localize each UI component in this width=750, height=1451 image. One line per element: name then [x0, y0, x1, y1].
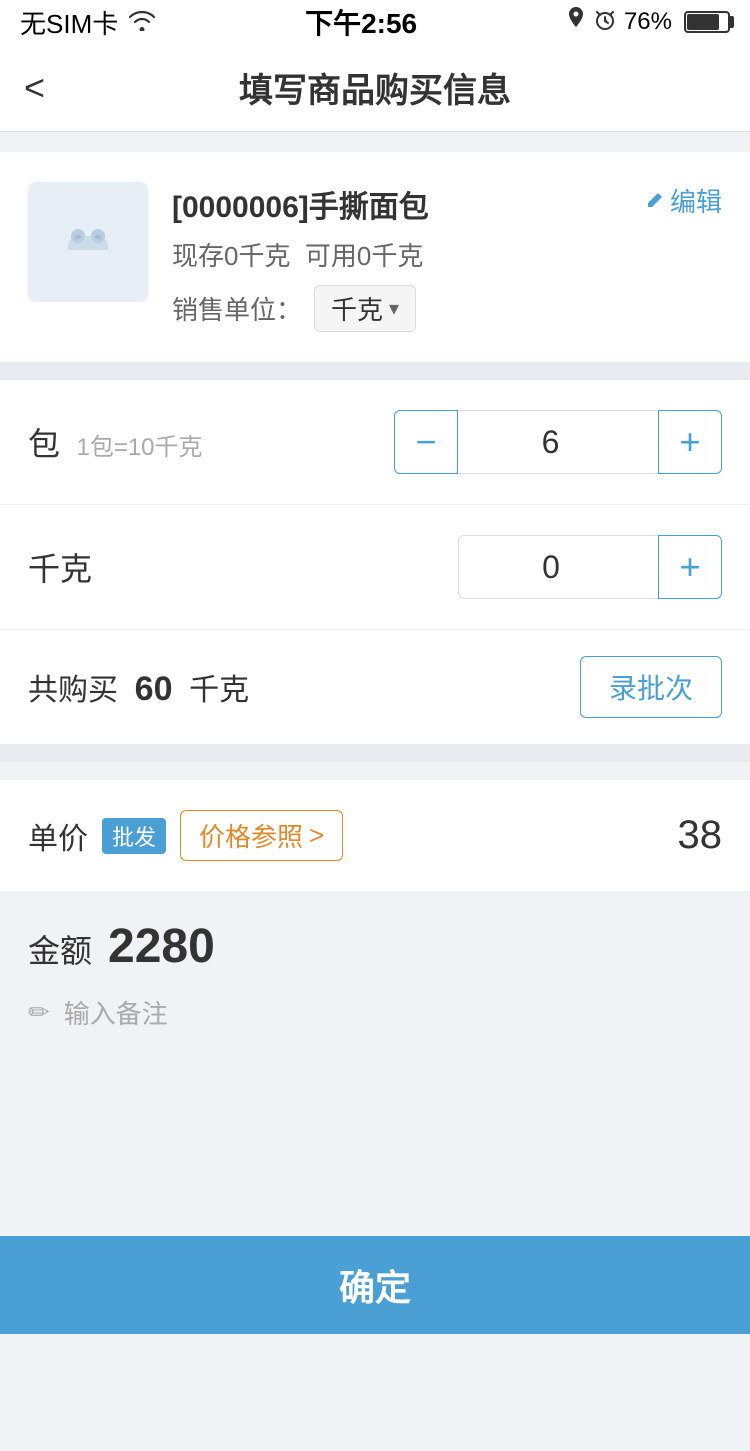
- status-left: 无SIM卡: [20, 4, 156, 41]
- price-label: 单价: [28, 814, 88, 858]
- increment-kg-button[interactable]: +: [658, 535, 722, 599]
- product-name: [0000006]手撕面包: [172, 182, 722, 226]
- section-separator-2: [0, 744, 750, 762]
- product-info: [0000006]手撕面包 现存0千克 可用0千克 销售单位： 千克 ▾: [172, 182, 722, 332]
- quantity-section: 包 1包=10千克 − + 千克 +: [0, 380, 750, 630]
- price-section: 单价 批发 价格参照 > 38: [0, 780, 750, 891]
- amount-value: 2280: [108, 919, 215, 974]
- nav-bar: < 填写商品购买信息: [0, 44, 750, 132]
- back-button[interactable]: <: [24, 67, 45, 109]
- quantity-kg-input[interactable]: [458, 535, 658, 599]
- product-card: [0000006]手撕面包 现存0千克 可用0千克 销售单位： 千克 ▾ 编辑: [0, 152, 750, 362]
- remark-placeholder: 输入备注: [64, 994, 168, 1031]
- decrement-bao-button[interactable]: −: [394, 410, 458, 474]
- price-ref-button[interactable]: 价格参照 >: [180, 810, 343, 861]
- remark-row[interactable]: ✏ 输入备注: [28, 994, 722, 1031]
- amount-row: 金额 2280: [28, 919, 722, 974]
- edit-button[interactable]: 编辑: [644, 182, 722, 219]
- page-title: 填写商品购买信息: [239, 63, 511, 112]
- quantity-bao-input[interactable]: [458, 410, 658, 474]
- amount-section: 金额 2280 ✏ 输入备注: [0, 891, 750, 1051]
- unit-selector[interactable]: 千克 ▾: [314, 285, 416, 332]
- battery-percent: 76%: [624, 8, 672, 36]
- gps-icon: [566, 7, 586, 38]
- carrier-text: 无SIM卡: [20, 4, 118, 41]
- confirm-button[interactable]: 确定: [0, 1236, 750, 1334]
- quantity-control-bao: − +: [394, 410, 722, 474]
- chevron-right-icon: >: [309, 820, 324, 851]
- price-row: 单价 批发 价格参照 > 38: [28, 810, 722, 861]
- product-image: [28, 182, 148, 302]
- product-stock: 现存0千克 可用0千克: [172, 236, 722, 273]
- quantity-control-kg: +: [458, 535, 722, 599]
- status-bar: 无SIM卡 下午2:56 76%: [0, 0, 750, 44]
- price-tag: 批发: [102, 818, 166, 854]
- quantity-label-kg: 千克: [28, 544, 92, 590]
- alarm-icon: [594, 7, 616, 38]
- price-value: 38: [678, 813, 723, 858]
- price-left: 单价 批发 价格参照 >: [28, 810, 343, 861]
- quantity-label-bao: 包 1包=10千克: [28, 419, 203, 465]
- batch-button[interactable]: 录批次: [580, 656, 722, 718]
- total-row: 共购买 60 千克 录批次: [0, 630, 750, 744]
- status-right: 76%: [566, 7, 730, 38]
- status-time: 下午2:56: [305, 2, 417, 42]
- unit-dropdown-icon: ▾: [389, 296, 399, 321]
- increment-bao-button[interactable]: +: [658, 410, 722, 474]
- wifi-icon: [128, 7, 156, 38]
- battery-icon: [684, 11, 730, 33]
- pencil-icon: ✏: [28, 997, 50, 1028]
- quantity-row-kg: 千克 +: [0, 505, 750, 630]
- total-label: 共购买 60 千克: [28, 665, 249, 709]
- amount-label: 金额: [28, 926, 92, 972]
- product-unit-row: 销售单位： 千克 ▾: [172, 285, 722, 332]
- section-separator-1: [0, 362, 750, 380]
- quantity-row-bao: 包 1包=10千克 − +: [0, 380, 750, 505]
